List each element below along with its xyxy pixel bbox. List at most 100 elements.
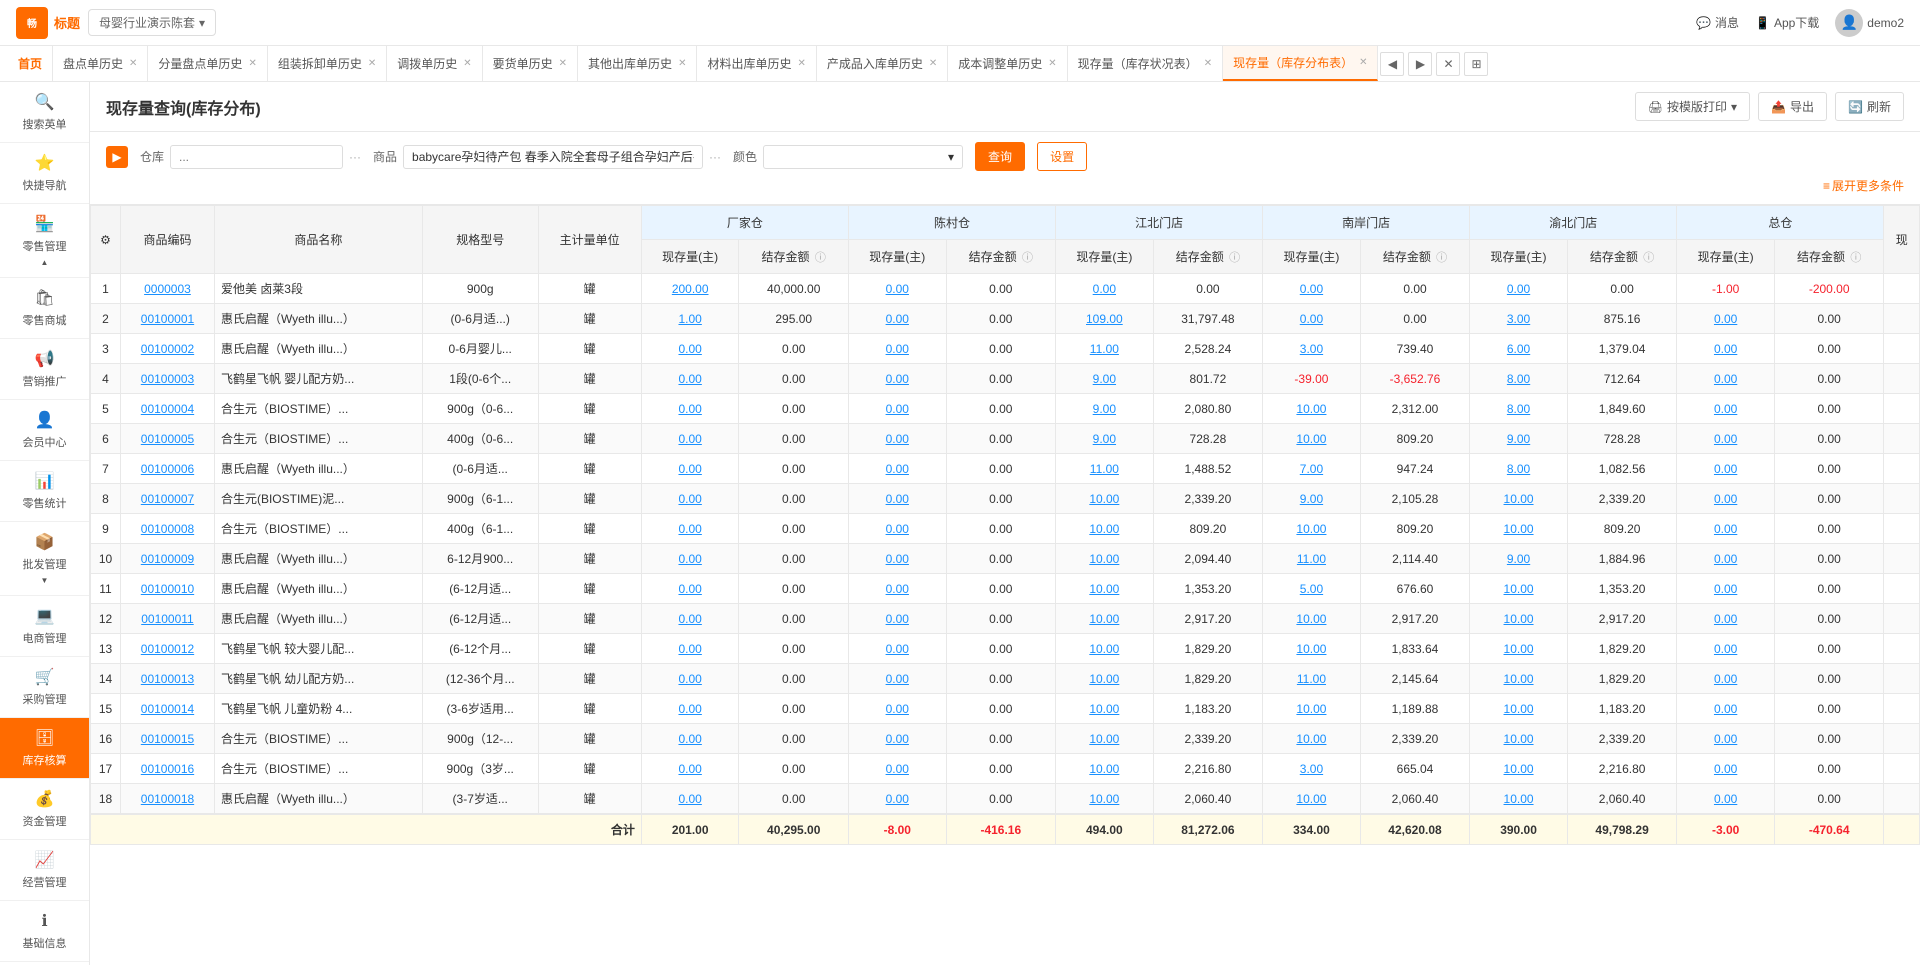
sidebar-item-ecom[interactable]: 💻 电商管理 — [0, 596, 89, 657]
tab-zzcds[interactable]: 组装拆卸单历史 ✕ — [268, 46, 387, 81]
tab-ccrks[interactable]: 产成品入库单历史 ✕ — [817, 46, 948, 81]
sidebar-item-retail-mall[interactable]: 🛍 零售商城 — [0, 278, 89, 339]
row-yb-amount: 1,829.20 — [1567, 634, 1676, 664]
tab-yhdls[interactable]: 要货单历史 ✕ — [483, 46, 578, 81]
row-fw-stock: 0.00 — [641, 754, 739, 784]
row-spec: 900g（3岁... — [422, 754, 538, 784]
row-total-stock: 0.00 — [1677, 754, 1775, 784]
row-fw-amount: 0.00 — [739, 784, 848, 815]
print-btn[interactable]: 🖨 按模版打印 ▾ — [1635, 92, 1750, 121]
user-menu[interactable]: 👤 demo2 — [1835, 9, 1904, 37]
sidebar-item-shortcut[interactable]: ⭐ 快捷导航 — [0, 143, 89, 204]
tab-pds-close[interactable]: ✕ — [129, 58, 137, 69]
row-yb-stock: 10.00 — [1470, 754, 1568, 784]
row-fw-stock: 0.00 — [641, 664, 739, 694]
tab-cbtzs[interactable]: 成本调整单历史 ✕ — [948, 46, 1067, 81]
tab-pds[interactable]: 盘点单历史 ✕ — [53, 46, 148, 81]
sidebar-item-finance[interactable]: 💰 资金管理 — [0, 779, 89, 840]
row-yb-stock: 9.00 — [1470, 544, 1568, 574]
message-label: 消息 — [1715, 14, 1739, 31]
industry-selector[interactable]: 母婴行业演示陈套 ▾ — [88, 9, 216, 36]
sidebar-item-marketing[interactable]: 📢 营销推广 — [0, 339, 89, 400]
tab-yhdls-close[interactable]: ✕ — [559, 58, 567, 69]
footer-jb-amount: 81,272.06 — [1153, 814, 1262, 845]
tab-prev-btn[interactable]: ◀ — [1380, 52, 1404, 76]
filter-row-2: ≡ 展开更多条件 — [106, 177, 1904, 194]
warehouse-input[interactable] — [170, 145, 343, 169]
sidebar-item-basic[interactable]: ℹ 基础信息 — [0, 901, 89, 962]
tab-clcks[interactable]: 材料出库单历史 ✕ — [697, 46, 816, 81]
filter-toggle-btn[interactable]: ▶ — [106, 146, 128, 168]
row-fw-amount: 0.00 — [739, 694, 848, 724]
row-cs-stock: 0.00 — [848, 724, 946, 754]
tab-fpds[interactable]: 分量盘点单历史 ✕ — [148, 46, 267, 81]
refresh-btn[interactable]: 🔄 刷新 — [1835, 92, 1904, 121]
message-btn[interactable]: 💬 消息 — [1696, 14, 1739, 31]
goods-dotdot[interactable]: ··· — [709, 150, 721, 164]
top-bar: 畅 标题 母婴行业演示陈套 ▾ 💬 消息 📱 App下载 👤 demo2 — [0, 0, 1920, 46]
th-settings[interactable]: ⚙ — [91, 206, 121, 274]
row-code: 00100010 — [121, 574, 215, 604]
row-jb-stock: 10.00 — [1056, 784, 1154, 815]
settings-btn[interactable]: 设置 — [1037, 142, 1087, 171]
row-total-amount: 0.00 — [1774, 574, 1883, 604]
app-label: App下载 — [1774, 14, 1819, 31]
warehouse-dotdot[interactable]: ··· — [349, 150, 361, 164]
row-yb-amount: 1,379.04 — [1567, 334, 1676, 364]
row-yb-stock: 3.00 — [1470, 304, 1568, 334]
row-unit: 罐 — [538, 634, 641, 664]
row-code: 00100013 — [121, 664, 215, 694]
sidebar-item-operations[interactable]: 📈 经营管理 — [0, 840, 89, 901]
tab-cbtzs-close[interactable]: ✕ — [1048, 58, 1056, 69]
sidebar-item-retail-stats[interactable]: 📊 零售统计 — [0, 461, 89, 522]
row-name: 惠氏启醒（Wyeth illu...） — [214, 334, 422, 364]
row-cs-amount: 0.00 — [946, 334, 1055, 364]
tab-dbs[interactable]: 调拨单历史 ✕ — [387, 46, 482, 81]
sidebar: 🔍 搜索英单 ⭐ 快捷导航 🏪 零售管理 ▲ 🛍 零售商城 📢 营销推广 👤 会… — [0, 82, 90, 965]
tab-close-all-btn[interactable]: ✕ — [1436, 52, 1460, 76]
tab-xcfb-close[interactable]: ✕ — [1359, 57, 1367, 68]
tab-fpds-close[interactable]: ✕ — [248, 58, 256, 69]
tab-zzcds-close[interactable]: ✕ — [368, 58, 376, 69]
footer-jb-stock: 494.00 — [1056, 814, 1154, 845]
sidebar-item-retail-mgmt[interactable]: 🏪 零售管理 ▲ — [0, 204, 89, 278]
tab-xczl[interactable]: 现存量（库存状况表） ✕ — [1068, 46, 1223, 81]
row-na-stock: 10.00 — [1263, 694, 1361, 724]
tab-ccrks-close[interactable]: ✕ — [929, 58, 937, 69]
row-fw-stock: 0.00 — [641, 694, 739, 724]
app-download-btn[interactable]: 📱 App下载 — [1755, 14, 1819, 31]
row-jb-stock: 10.00 — [1056, 754, 1154, 784]
sidebar-item-search-label: 搜索英单 — [23, 116, 67, 132]
row-na-stock: -39.00 — [1263, 364, 1361, 394]
tab-home[interactable]: 首页 — [8, 46, 53, 81]
row-total-stock: 0.00 — [1677, 484, 1775, 514]
tab-qtcks-close[interactable]: ✕ — [678, 58, 686, 69]
sidebar-item-inventory[interactable]: 🗄 库存核算 — [0, 718, 89, 779]
row-jb-stock: 9.00 — [1056, 424, 1154, 454]
sidebar-item-purchase[interactable]: 🛒 采购管理 — [0, 657, 89, 718]
row-cs-stock: 0.00 — [848, 484, 946, 514]
query-btn[interactable]: 查询 — [975, 142, 1025, 171]
row-jb-amount: 1,353.20 — [1153, 574, 1262, 604]
sidebar-item-search[interactable]: 🔍 搜索英单 — [0, 82, 89, 143]
sidebar-item-retail-mall-label: 零售商城 — [23, 312, 67, 328]
goods-input[interactable] — [403, 145, 703, 169]
tab-expand-btn[interactable]: ⊞ — [1464, 52, 1488, 76]
table-wrapper[interactable]: ⚙ 商品编码 商品名称 规格型号 主计量单位 厂家仓 陈村仓 江北门店 南岸门店… — [90, 205, 1920, 965]
tab-xczl-close[interactable]: ✕ — [1204, 58, 1212, 69]
tab-clcks-close[interactable]: ✕ — [797, 58, 805, 69]
row-index: 6 — [91, 424, 121, 454]
tab-qtcks[interactable]: 其他出库单历史 ✕ — [578, 46, 697, 81]
th-unit: 主计量单位 — [538, 206, 641, 274]
sidebar-item-wholesale[interactable]: 📦 批发管理 ▼ — [0, 522, 89, 596]
footer-fw-stock: 201.00 — [641, 814, 739, 845]
tab-dbs-close[interactable]: ✕ — [463, 58, 471, 69]
color-select[interactable]: ▾ — [763, 145, 963, 169]
row-name: 合生元(BIOSTIME)泥... — [214, 484, 422, 514]
tab-xcfb[interactable]: 现存量（库存分布表） ✕ — [1223, 46, 1378, 81]
row-cs-amount: 0.00 — [946, 394, 1055, 424]
tab-next-btn[interactable]: ▶ — [1408, 52, 1432, 76]
expand-conditions-btn[interactable]: ≡ 展开更多条件 — [1823, 177, 1904, 194]
export-btn[interactable]: 📤 导出 — [1758, 92, 1827, 121]
sidebar-item-member[interactable]: 👤 会员中心 — [0, 400, 89, 461]
